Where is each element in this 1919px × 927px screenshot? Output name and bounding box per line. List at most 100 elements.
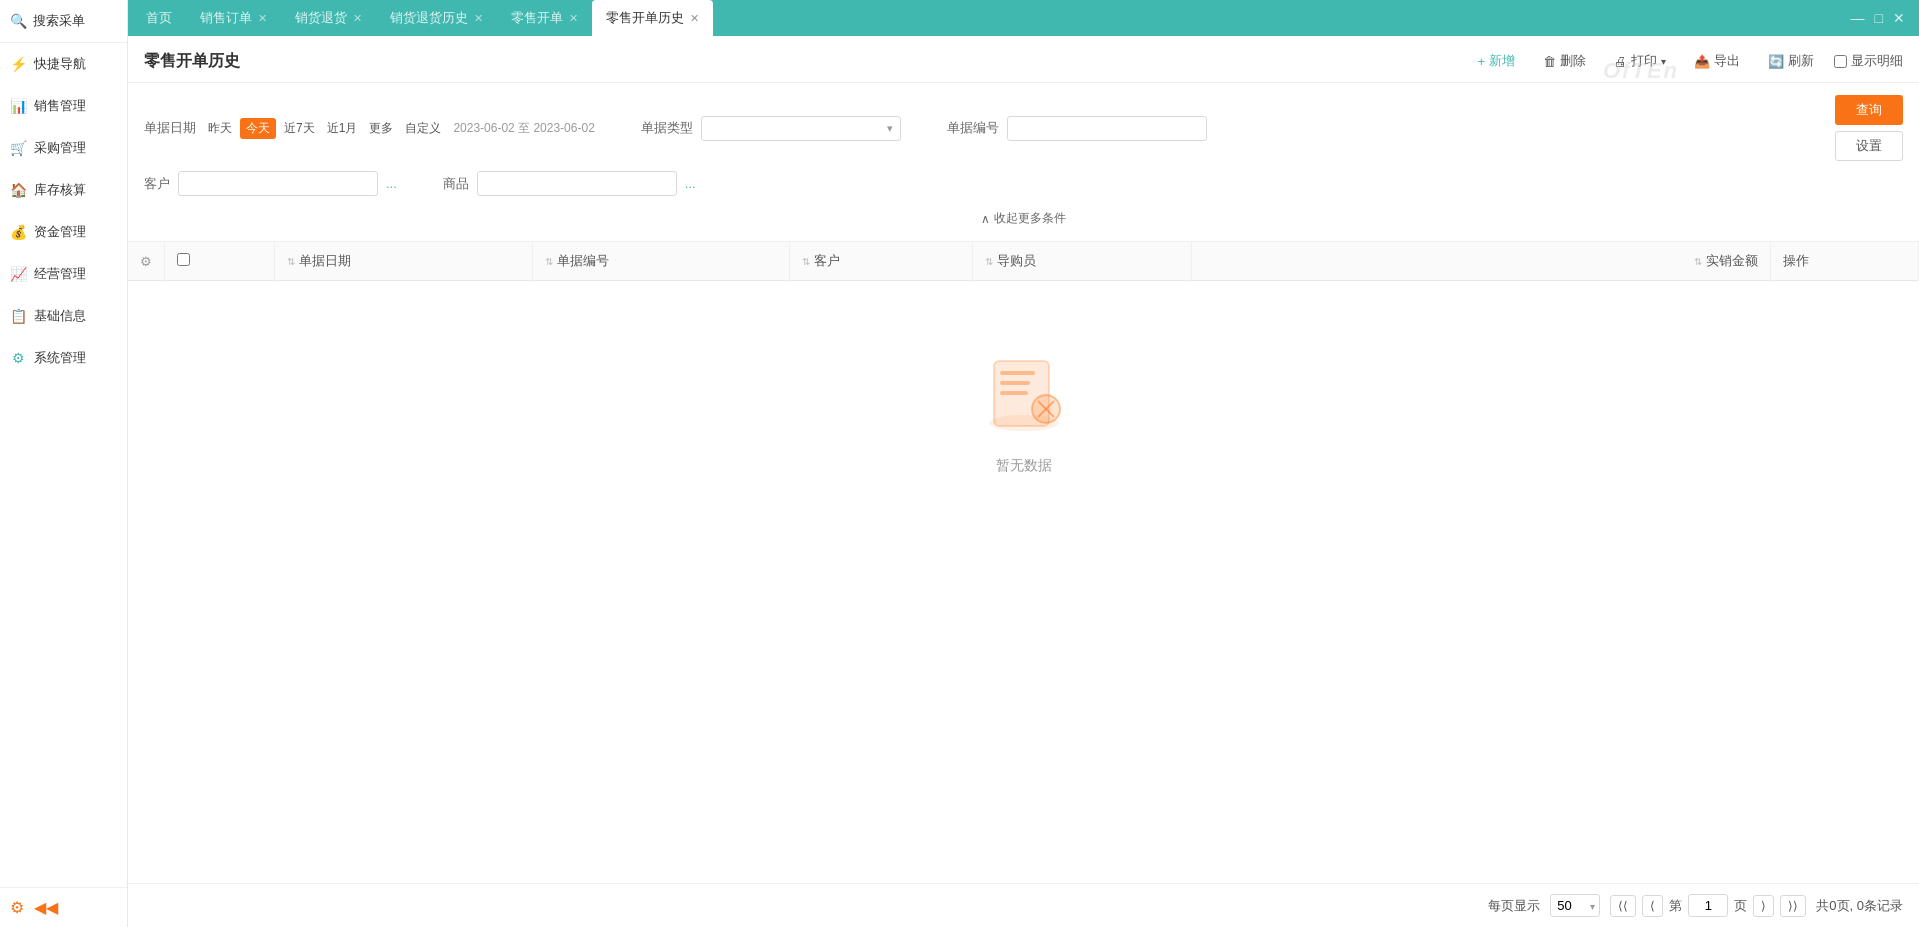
search-icon: 🔍 [10, 13, 27, 29]
basic-info-icon: 📋 [10, 308, 26, 324]
tab-sales-return-history-label: 销货退货历史 [390, 9, 468, 27]
page-size-wrap: 50 100 200 [1550, 894, 1600, 917]
filter-goods-input[interactable] [477, 171, 677, 196]
sidebar-item-operations[interactable]: 📈 经营管理 [0, 253, 127, 295]
pagination-area: 每页显示 50 100 200 ⟨⟨ ⟨ 第 页 ⟩ ⟩⟩ 共0页, 0条记录 [128, 883, 1919, 927]
sort-no-icon[interactable]: ⇅ [545, 256, 553, 267]
sidebar-nav: ⚡ 快捷导航 📊 销售管理 🛒 采购管理 🏠 库存核算 💰 资金管理 📈 经营管… [0, 43, 127, 887]
select-all-checkbox[interactable] [177, 253, 190, 266]
refresh-button[interactable]: 🔄 刷新 [1760, 48, 1822, 74]
inventory-icon: 🏠 [10, 182, 26, 198]
shortcut-last7days[interactable]: 近7天 [280, 118, 319, 139]
collapse-more-btn[interactable]: ∧ 收起更多条件 [144, 206, 1903, 229]
window-minimize-icon[interactable]: — [1851, 10, 1865, 26]
settings-gear-icon[interactable]: ⚙ [10, 898, 24, 917]
export-icon: 📤 [1694, 54, 1710, 69]
purchase-mgmt-icon: 🛒 [10, 140, 26, 156]
tab-bar: 首页 销售订单 ✕ 销货退货 ✕ 销货退货历史 ✕ 零售开单 ✕ 零售开单历史 … [128, 0, 1919, 36]
page-size-select[interactable]: 50 100 200 [1550, 894, 1600, 917]
page-suffix: 页 [1734, 897, 1747, 915]
svg-rect-3 [1000, 381, 1030, 385]
filter-doc-no-label: 单据编号 [947, 119, 999, 137]
filter-doc-no-input[interactable] [1007, 116, 1207, 141]
sidebar-item-quick-nav[interactable]: ⚡ 快捷导航 [0, 43, 127, 85]
sidebar-item-finance[interactable]: 💰 资金管理 [0, 211, 127, 253]
sidebar-label-purchase-mgmt: 采购管理 [34, 139, 86, 157]
filter-doc-type-select[interactable] [701, 116, 901, 141]
table-settings-icon[interactable]: ⚙ [140, 254, 152, 269]
show-detail-checkbox[interactable] [1834, 55, 1847, 68]
sidebar-item-purchase-mgmt[interactable]: 🛒 采购管理 [0, 127, 127, 169]
empty-state: 暂无数据 [128, 281, 1919, 535]
shortcut-today[interactable]: 今天 [240, 118, 276, 139]
sort-customer-icon[interactable]: ⇅ [802, 256, 810, 267]
tab-sales-return[interactable]: 销货退货 ✕ [281, 0, 376, 36]
page-next-btn[interactable]: ⟩ [1753, 895, 1774, 917]
filter-doc-no-item: 单据编号 [947, 116, 1207, 141]
filter-customer-picker[interactable]: ... [386, 176, 397, 191]
delete-button[interactable]: 🗑 删除 [1535, 48, 1594, 74]
query-button[interactable]: 查询 [1835, 95, 1903, 125]
tab-sales-return-history-close[interactable]: ✕ [474, 12, 483, 25]
sidebar-item-basic-info[interactable]: 📋 基础信息 [0, 295, 127, 337]
per-page-label: 每页显示 [1488, 897, 1540, 915]
tab-retail-open-history-close[interactable]: ✕ [690, 12, 699, 25]
page-first-btn[interactable]: ⟨⟨ [1610, 895, 1636, 917]
refresh-icon: 🔄 [1768, 54, 1784, 69]
tab-sales-order-label: 销售订单 [200, 9, 252, 27]
add-button[interactable]: + 新增 [1469, 48, 1523, 74]
export-button[interactable]: 📤 导出 [1686, 48, 1748, 74]
shortcut-yesterday[interactable]: 昨天 [204, 118, 236, 139]
filter-goods-picker[interactable]: ... [685, 176, 696, 191]
empty-text: 暂无数据 [996, 457, 1052, 475]
page-label: 第 [1669, 897, 1682, 915]
sort-amount-icon[interactable]: ⇅ [1694, 256, 1702, 267]
tab-sales-order[interactable]: 销售订单 ✕ [186, 0, 281, 36]
sidebar-label-inventory: 库存核算 [34, 181, 86, 199]
tab-retail-open-history[interactable]: 零售开单历史 ✕ [592, 0, 713, 36]
shortcut-custom[interactable]: 自定义 [401, 118, 445, 139]
print-arrow-icon: ▾ [1661, 56, 1666, 67]
sidebar-label-sales-mgmt: 销售管理 [34, 97, 86, 115]
operations-icon: 📈 [10, 266, 26, 282]
sort-salesperson-icon[interactable]: ⇅ [985, 256, 993, 267]
filter-area: 单据日期 昨天 今天 近7天 近1月 更多 自定义 2023-06-02 至 2… [128, 83, 1919, 242]
sidebar-item-inventory[interactable]: 🏠 库存核算 [0, 169, 127, 211]
tab-home[interactable]: 首页 [132, 0, 186, 36]
tab-sales-return-history[interactable]: 销货退货历史 ✕ [376, 0, 497, 36]
add-label: 新增 [1489, 52, 1515, 70]
filter-date-shortcuts: 昨天 今天 近7天 近1月 更多 自定义 [204, 118, 445, 139]
sidebar-collapse-icon[interactable]: ◀◀ [34, 898, 58, 917]
tab-retail-open-close[interactable]: ✕ [569, 12, 578, 25]
window-close-icon[interactable]: ✕ [1893, 10, 1905, 26]
filter-date-range: 2023-06-02 至 2023-06-02 [453, 120, 594, 137]
tab-sales-return-label: 销货退货 [295, 9, 347, 27]
sidebar-search[interactable]: 🔍 搜索采单 [0, 0, 127, 43]
filter-doc-type-label: 单据类型 [641, 119, 693, 137]
filter-customer-input[interactable] [178, 171, 378, 196]
tab-sales-return-close[interactable]: ✕ [353, 12, 362, 25]
th-date-label: 单据日期 [299, 252, 351, 270]
quick-nav-icon: ⚡ [10, 56, 26, 72]
content-area: 零售开单历史 + 新增 🗑 删除 🖨 打印 ▾ 📤 导出 [128, 36, 1919, 927]
print-button[interactable]: 🖨 打印 ▾ [1606, 48, 1674, 74]
tab-bar-right: — □ ✕ [1851, 10, 1915, 26]
page-prev-btn[interactable]: ⟨ [1642, 895, 1663, 917]
page-last-btn[interactable]: ⟩⟩ [1780, 895, 1806, 917]
tab-retail-open[interactable]: 零售开单 ✕ [497, 0, 592, 36]
filter-date-item: 单据日期 昨天 今天 近7天 近1月 更多 自定义 2023-06-02 至 2… [144, 118, 595, 139]
shortcut-more[interactable]: 更多 [365, 118, 397, 139]
window-maximize-icon[interactable]: □ [1875, 10, 1883, 26]
tab-retail-open-history-label: 零售开单历史 [606, 9, 684, 27]
sort-date-icon[interactable]: ⇅ [287, 256, 295, 267]
sidebar-item-sales-mgmt[interactable]: 📊 销售管理 [0, 85, 127, 127]
sidebar-item-sys-mgmt[interactable]: ⚙ 系统管理 [0, 337, 127, 379]
shortcut-last1month[interactable]: 近1月 [323, 118, 362, 139]
page-number-input[interactable] [1688, 894, 1728, 917]
setting-button[interactable]: 设置 [1835, 131, 1903, 161]
th-action-label: 操作 [1783, 253, 1809, 268]
tab-sales-order-close[interactable]: ✕ [258, 12, 267, 25]
show-detail-checkbox-area[interactable]: 显示明细 [1834, 52, 1903, 70]
finance-icon: 💰 [10, 224, 26, 240]
sys-mgmt-icon: ⚙ [10, 350, 26, 366]
